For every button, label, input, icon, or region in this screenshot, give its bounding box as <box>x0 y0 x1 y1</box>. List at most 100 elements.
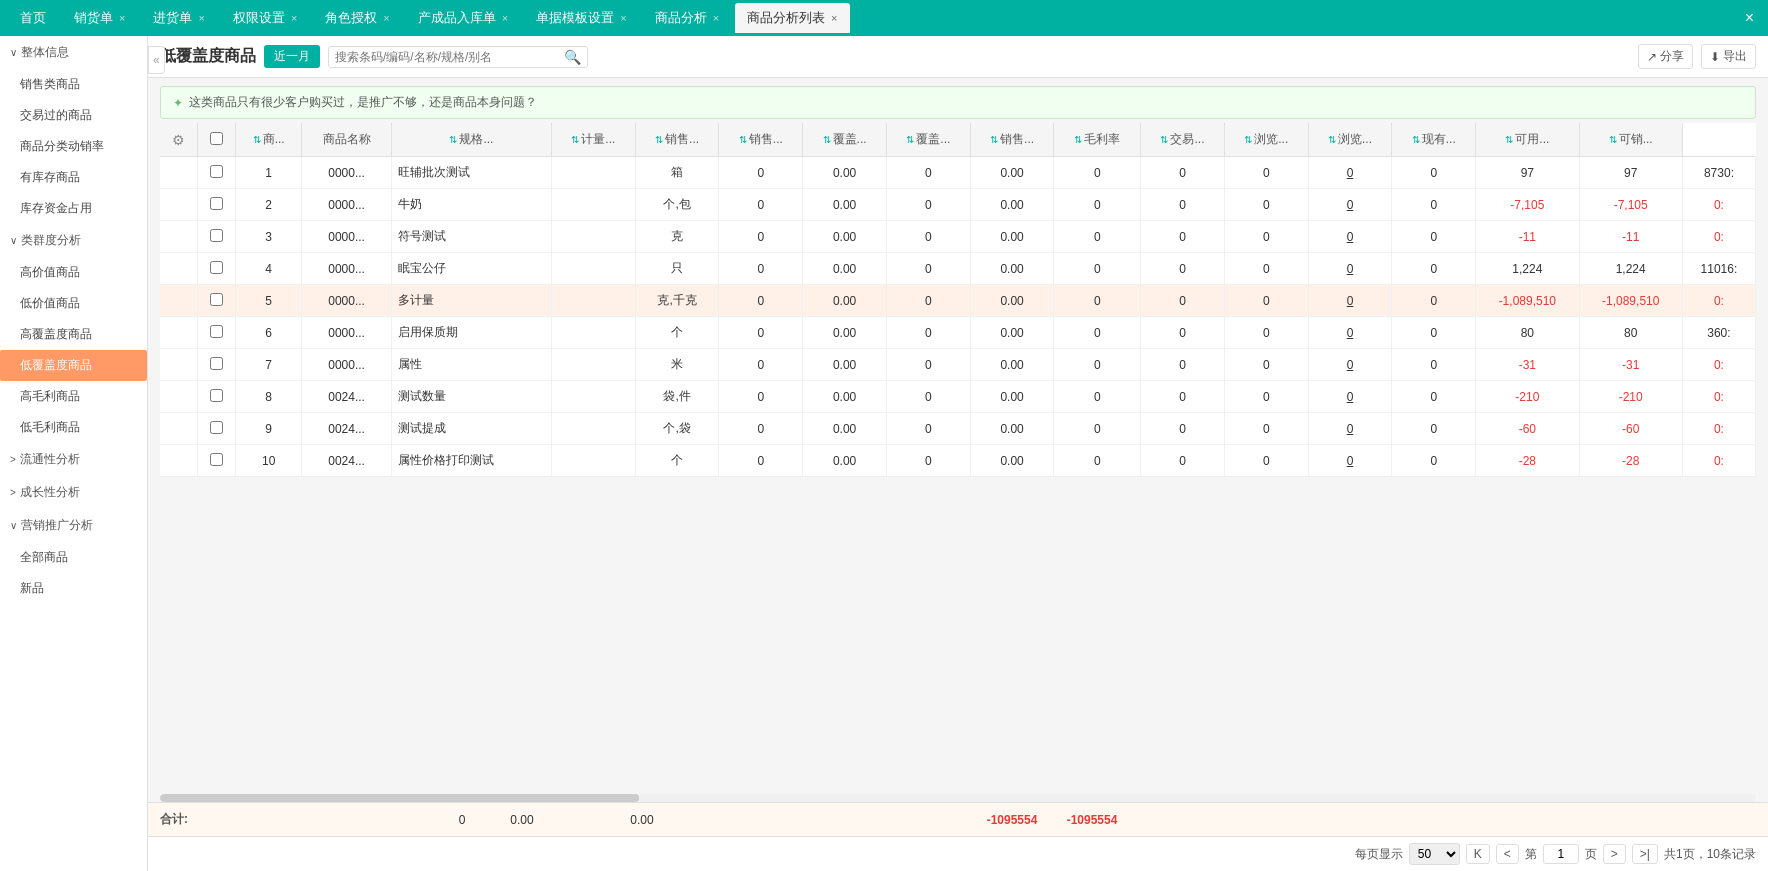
row-browse1[interactable]: 0 <box>1308 285 1392 317</box>
row-checkbox[interactable] <box>197 413 235 445</box>
row-browse1[interactable]: 0 <box>1308 253 1392 285</box>
nav-tab-template[interactable]: 单据模板设置 × <box>524 3 638 33</box>
col-spec[interactable]: ⇅规格... <box>391 123 551 157</box>
row-browse1[interactable]: 0 <box>1308 317 1392 349</box>
row-settings[interactable] <box>160 445 197 477</box>
nav-tab-permission[interactable]: 权限设置 × <box>221 3 309 33</box>
nav-tab-production[interactable]: 产成品入库单 × <box>406 3 520 33</box>
nav-tab-purchase[interactable]: 进货单 × <box>141 3 216 33</box>
sidebar-item-all-goods[interactable]: 全部商品 <box>0 542 147 573</box>
col-checkbox[interactable] <box>197 123 235 157</box>
col-cover2[interactable]: ⇅覆盖... <box>886 123 970 157</box>
sidebar-section-overall[interactable]: ∨ 整体信息 <box>0 36 147 69</box>
col-trade[interactable]: ⇅交易... <box>1141 123 1225 157</box>
row-browse1[interactable]: 0 <box>1308 413 1392 445</box>
col-name[interactable]: 商品名称 <box>302 123 392 157</box>
horizontal-scrollbar[interactable] <box>160 794 1756 802</box>
col-current[interactable]: ⇅现有... <box>1392 123 1476 157</box>
row-settings[interactable] <box>160 317 197 349</box>
col-sales-amt[interactable]: ⇅销售... <box>719 123 803 157</box>
sidebar-item-new-goods[interactable]: 新品 <box>0 573 147 604</box>
sidebar-section-growth[interactable]: > 成长性分析 <box>0 476 147 509</box>
close-icon[interactable]: × <box>713 12 719 24</box>
row-browse1[interactable]: 0 <box>1308 157 1392 189</box>
row-sales-amt: 0.00 <box>803 317 887 349</box>
search-icon[interactable]: 🔍 <box>564 49 581 65</box>
row-checkbox[interactable] <box>197 445 235 477</box>
row-settings[interactable] <box>160 349 197 381</box>
close-icon[interactable]: × <box>620 12 626 24</box>
row-settings[interactable] <box>160 285 197 317</box>
first-page-btn[interactable]: K <box>1466 844 1490 864</box>
col-settings[interactable]: ⚙ <box>160 123 197 157</box>
nav-tab-analysis-list[interactable]: 商品分析列表 × <box>735 3 849 33</box>
row-settings[interactable] <box>160 157 197 189</box>
export-button[interactable]: ⬇ 导出 <box>1701 44 1756 69</box>
row-browse1[interactable]: 0 <box>1308 381 1392 413</box>
close-icon[interactable]: × <box>119 12 125 24</box>
close-icon[interactable]: × <box>502 12 508 24</box>
period-button[interactable]: 近一月 <box>264 45 320 68</box>
row-browse1[interactable]: 0 <box>1308 189 1392 221</box>
row-checkbox[interactable] <box>197 221 235 253</box>
close-icon[interactable]: × <box>831 12 837 24</box>
row-checkbox[interactable] <box>197 253 235 285</box>
row-checkbox[interactable] <box>197 157 235 189</box>
nav-tab-role[interactable]: 角色授权 × <box>313 3 401 33</box>
sidebar-section-cluster[interactable]: ∨ 类群度分析 <box>0 224 147 257</box>
prev-page-btn[interactable]: < <box>1496 844 1519 864</box>
sidebar-item-low-coverage[interactable]: 低覆盖度商品 <box>0 350 147 381</box>
sidebar-item-category-rate[interactable]: 商品分类动销率 <box>0 131 147 162</box>
row-checkbox[interactable] <box>197 285 235 317</box>
sidebar-section-marketing[interactable]: ∨ 营销推广分析 <box>0 509 147 542</box>
sidebar-item-traded-goods[interactable]: 交易过的商品 <box>0 100 147 131</box>
sidebar-item-high-margin[interactable]: 高毛利商品 <box>0 381 147 412</box>
row-cover2: 0.00 <box>970 445 1054 477</box>
row-sales3: 0 <box>1054 253 1141 285</box>
col-cover1[interactable]: ⇅覆盖... <box>803 123 887 157</box>
share-button[interactable]: ↗ 分享 <box>1638 44 1693 69</box>
sidebar-item-low-value[interactable]: 低价值商品 <box>0 288 147 319</box>
sidebar-item-stock-goods[interactable]: 有库存商品 <box>0 162 147 193</box>
row-checkbox[interactable] <box>197 381 235 413</box>
col-code[interactable]: ⇅商... <box>236 123 302 157</box>
col-sellable[interactable]: ⇅可销... <box>1579 123 1682 157</box>
page-size-select[interactable]: 50 20 100 <box>1409 843 1460 865</box>
sidebar-section-flow[interactable]: > 流通性分析 <box>0 443 147 476</box>
nav-tab-home[interactable]: 首页 <box>8 3 58 33</box>
col-available[interactable]: ⇅可用... <box>1476 123 1579 157</box>
close-icon[interactable]: × <box>291 12 297 24</box>
row-settings[interactable] <box>160 413 197 445</box>
row-browse1[interactable]: 0 <box>1308 445 1392 477</box>
search-input[interactable] <box>335 50 564 64</box>
row-settings[interactable] <box>160 253 197 285</box>
close-icon[interactable]: × <box>198 12 204 24</box>
row-settings[interactable] <box>160 381 197 413</box>
close-icon[interactable]: × <box>383 12 389 24</box>
sidebar-item-high-value[interactable]: 高价值商品 <box>0 257 147 288</box>
col-browse1[interactable]: ⇅浏览... <box>1224 123 1308 157</box>
row-browse1[interactable]: 0 <box>1308 221 1392 253</box>
row-settings[interactable] <box>160 189 197 221</box>
sidebar-item-stock-capital[interactable]: 库存资金占用 <box>0 193 147 224</box>
col-sales-qty[interactable]: ⇅销售... <box>635 123 719 157</box>
col-unit[interactable]: ⇅计量... <box>551 123 635 157</box>
next-page-btn[interactable]: > <box>1603 844 1626 864</box>
window-close-btn[interactable]: × <box>1739 7 1760 29</box>
row-checkbox[interactable] <box>197 349 235 381</box>
sidebar-item-high-coverage[interactable]: 高覆盖度商品 <box>0 319 147 350</box>
row-browse1[interactable]: 0 <box>1308 349 1392 381</box>
nav-tab-sales[interactable]: 销货单 × <box>62 3 137 33</box>
row-checkbox[interactable] <box>197 189 235 221</box>
page-input[interactable] <box>1543 844 1579 864</box>
sidebar-item-low-margin[interactable]: 低毛利商品 <box>0 412 147 443</box>
col-browse2[interactable]: ⇅浏览... <box>1308 123 1392 157</box>
row-trade: 0 <box>1224 285 1308 317</box>
nav-tab-analysis[interactable]: 商品分析 × <box>643 3 731 33</box>
col-gross-margin[interactable]: ⇅毛利率 <box>1054 123 1141 157</box>
sidebar-item-sales-goods[interactable]: 销售类商品 <box>0 69 147 100</box>
col-sales3[interactable]: ⇅销售... <box>970 123 1054 157</box>
row-checkbox[interactable] <box>197 317 235 349</box>
last-page-btn[interactable]: >| <box>1632 844 1658 864</box>
row-settings[interactable] <box>160 221 197 253</box>
